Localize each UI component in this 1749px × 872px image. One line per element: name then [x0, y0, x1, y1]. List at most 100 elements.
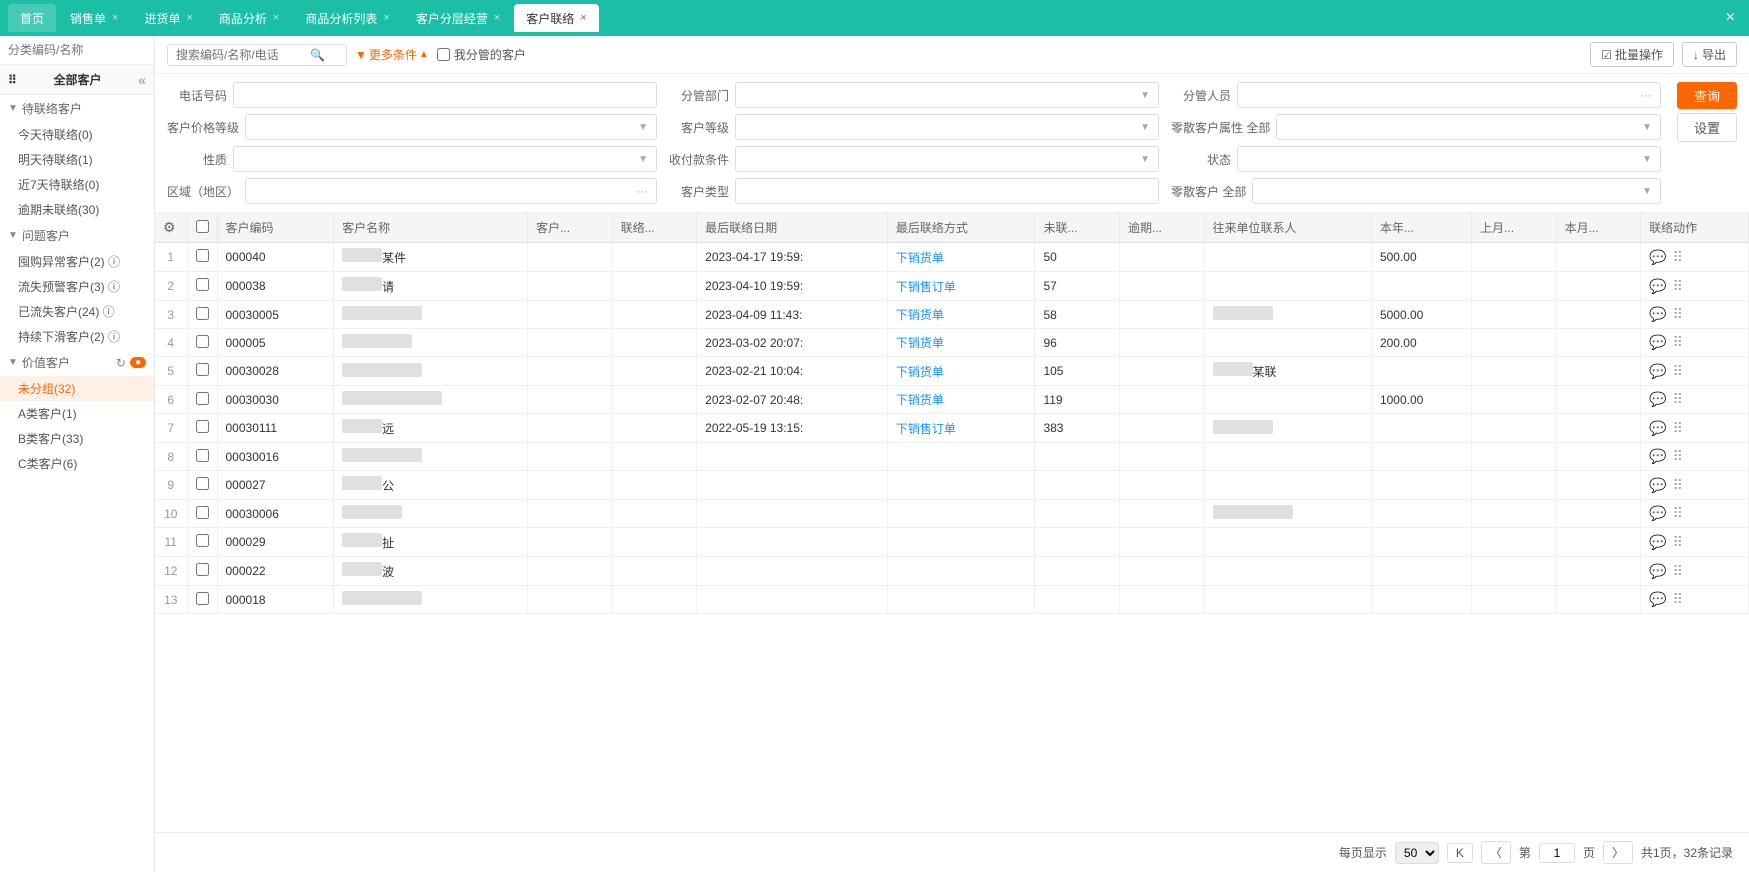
sidebar-item-declining[interactable]: 持续下滑客户(2) ⓘ — [0, 324, 154, 349]
pending-contact-section[interactable]: ▼ 待联络客户 — [0, 95, 154, 122]
method-link-6[interactable]: 下销货单 — [896, 393, 944, 407]
sidebar-item-churn-warn[interactable]: 流失预警客户(3) ⓘ — [0, 274, 154, 299]
menu-icon-13[interactable]: ⠿ — [1673, 591, 1683, 608]
menu-icon-6[interactable]: ⠿ — [1673, 391, 1683, 408]
method-link-2[interactable]: 下销售订单 — [896, 280, 956, 294]
menu-icon-11[interactable]: ⠿ — [1673, 534, 1683, 551]
row-check-9[interactable] — [187, 471, 217, 500]
menu-icon-7[interactable]: ⠿ — [1673, 420, 1683, 437]
select-all-checkbox[interactable] — [196, 220, 209, 233]
query-button[interactable]: 查询 — [1677, 82, 1737, 109]
col-checkbox[interactable] — [187, 213, 217, 243]
row-check-8[interactable] — [187, 443, 217, 471]
row-check-2[interactable] — [187, 272, 217, 301]
nature-select[interactable]: ▼ — [233, 146, 657, 172]
tab-customer-tier[interactable]: 客户分层经营 × — [404, 4, 512, 32]
menu-icon-5[interactable]: ⠿ — [1673, 363, 1683, 380]
search-icon[interactable]: 🔍 — [310, 48, 325, 62]
close-analysis-tab[interactable]: × — [273, 12, 279, 24]
close-customer-contact-tab[interactable]: × — [580, 12, 586, 24]
chat-icon-10[interactable]: 💬 — [1649, 505, 1666, 522]
row-check-5[interactable] — [187, 357, 217, 386]
prev-page-button[interactable]: 〈 — [1481, 841, 1511, 864]
row-check-13[interactable] — [187, 586, 217, 614]
my-customers-checkbox[interactable]: 我分管的客户 — [437, 46, 526, 63]
chat-icon-4[interactable]: 💬 — [1649, 334, 1666, 351]
chat-icon-13[interactable]: 💬 — [1649, 591, 1666, 608]
retail-customer-select[interactable]: ▼ — [1252, 178, 1661, 204]
close-customer-tier-tab[interactable]: × — [494, 12, 500, 24]
sidebar-item-ungroup[interactable]: 未分组(32) — [0, 376, 154, 401]
method-link-4[interactable]: 下销货单 — [896, 336, 944, 350]
row-check-1[interactable] — [187, 243, 217, 272]
tab-purchase[interactable]: 进货单 × — [132, 4, 204, 32]
row-check-7[interactable] — [187, 414, 217, 443]
main-search-input[interactable] — [176, 48, 306, 62]
batch-operation-button[interactable]: ☑ 批量操作 — [1590, 42, 1674, 67]
sidebar-item-7days[interactable]: 近7天待联络(0) — [0, 172, 154, 197]
chat-icon-8[interactable]: 💬 — [1649, 448, 1666, 465]
my-customers-check[interactable] — [437, 48, 450, 61]
menu-icon-10[interactable]: ⠿ — [1673, 505, 1683, 522]
sidebar-item-abnormal[interactable]: 囤购异常客户(2) ⓘ — [0, 249, 154, 274]
more-conditions-button[interactable]: ▼ 更多条件 ▲ — [355, 46, 429, 63]
customer-type-select[interactable] — [735, 178, 1159, 204]
menu-icon-3[interactable]: ⠿ — [1673, 306, 1683, 323]
close-sales-tab[interactable]: × — [112, 12, 118, 24]
next-page-button[interactable]: 〉 — [1603, 841, 1633, 864]
menu-icon-8[interactable]: ⠿ — [1673, 448, 1683, 465]
menu-icon-2[interactable]: ⠿ — [1673, 278, 1683, 295]
row-check-11[interactable] — [187, 528, 217, 557]
menu-icon-4[interactable]: ⠿ — [1673, 334, 1683, 351]
tab-sales[interactable]: 销售单 × — [58, 4, 130, 32]
row-check-4[interactable] — [187, 329, 217, 357]
dept-select[interactable]: ▼ — [735, 82, 1159, 108]
price-grade-select[interactable]: ▼ — [245, 114, 657, 140]
chat-icon-2[interactable]: 💬 — [1649, 278, 1666, 295]
chat-icon-12[interactable]: 💬 — [1649, 563, 1666, 580]
chat-icon-6[interactable]: 💬 — [1649, 391, 1666, 408]
sidebar-item-a-class[interactable]: A类客户(1) — [0, 401, 154, 426]
tab-analysis-list[interactable]: 商品分析列表 × — [293, 4, 401, 32]
payment-select[interactable]: ▼ — [735, 146, 1159, 172]
sidebar-item-overdue[interactable]: 逾期未联络(30) — [0, 197, 154, 222]
row-check-6[interactable] — [187, 386, 217, 414]
chat-icon-11[interactable]: 💬 — [1649, 534, 1666, 551]
chat-icon-1[interactable]: 💬 — [1649, 249, 1666, 266]
value-customers-section[interactable]: ▼ 价值客户 ↻ ● — [0, 349, 154, 376]
first-page-button[interactable]: K — [1447, 843, 1473, 863]
method-link-1[interactable]: 下销货单 — [896, 251, 944, 265]
close-analysis-list-tab[interactable]: × — [383, 12, 389, 24]
chat-icon-3[interactable]: 💬 — [1649, 306, 1666, 323]
tab-customer-contact[interactable]: 客户联络 × — [514, 4, 598, 32]
chat-icon-7[interactable]: 💬 — [1649, 420, 1666, 437]
sidebar-item-today[interactable]: 今天待联络(0) — [0, 122, 154, 147]
customer-grade-select[interactable]: ▼ — [735, 114, 1159, 140]
export-button[interactable]: ↓ 导出 — [1682, 42, 1737, 67]
row-check-12[interactable] — [187, 557, 217, 586]
menu-icon-9[interactable]: ⠿ — [1673, 477, 1683, 494]
problem-customers-section[interactable]: ▼ 问题客户 — [0, 222, 154, 249]
sidebar-item-c-class[interactable]: C类客户(6) — [0, 451, 154, 476]
method-link-5[interactable]: 下销货单 — [896, 365, 944, 379]
row-check-3[interactable] — [187, 301, 217, 329]
method-link-3[interactable]: 下销货单 — [896, 308, 944, 322]
phone-input[interactable] — [233, 82, 657, 108]
tab-analysis[interactable]: 商品分析 × — [207, 4, 291, 32]
window-close-button[interactable]: × — [1720, 9, 1741, 27]
row-check-10[interactable] — [187, 500, 217, 528]
sidebar-search-input[interactable] — [8, 43, 155, 57]
chat-icon-9[interactable]: 💬 — [1649, 477, 1666, 494]
region-select[interactable]: ··· — [245, 178, 657, 204]
refresh-icon[interactable]: ↻ — [116, 356, 126, 370]
person-select[interactable]: ··· — [1237, 82, 1661, 108]
all-customers-header[interactable]: ⠿ 全部客户 « — [0, 65, 154, 95]
col-gear[interactable]: ⚙ — [155, 213, 187, 243]
per-page-select[interactable]: 50 — [1395, 842, 1439, 864]
method-link-7[interactable]: 下销售订单 — [896, 422, 956, 436]
collapse-sidebar-icon[interactable]: « — [138, 72, 146, 88]
page-number-input[interactable] — [1539, 843, 1575, 863]
sidebar-item-b-class[interactable]: B类客户(33) — [0, 426, 154, 451]
reset-button[interactable]: 设置 — [1677, 113, 1737, 142]
chat-icon-5[interactable]: 💬 — [1649, 363, 1666, 380]
